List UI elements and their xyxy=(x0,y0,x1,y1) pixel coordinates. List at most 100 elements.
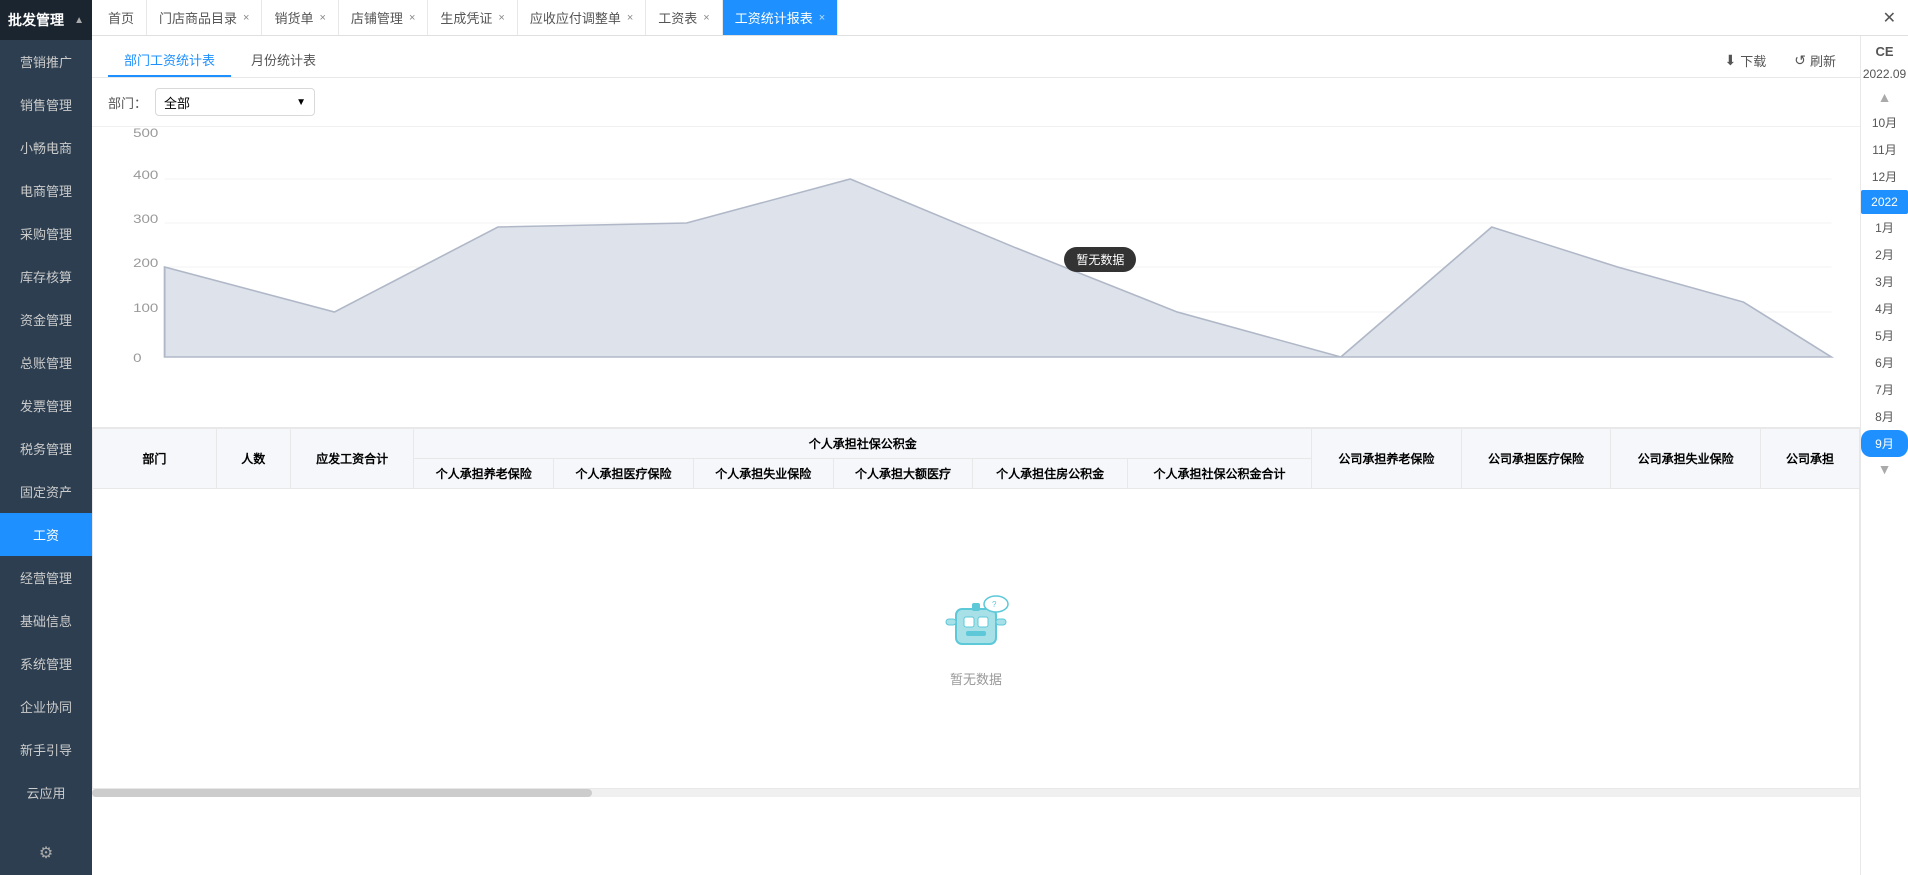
tab-sales-order[interactable]: 销货单 × xyxy=(262,0,338,36)
refresh-button[interactable]: ↺ 刷新 xyxy=(1786,47,1844,74)
sidebar-item-tax[interactable]: 税务管理 xyxy=(0,427,92,470)
sidebar-item-purchase[interactable]: 采购管理 xyxy=(0,212,92,255)
sub-tab-month[interactable]: 月份统计表 xyxy=(235,44,332,77)
sidebar-item-guide[interactable]: 新手引导 xyxy=(0,728,92,771)
filter-label: 部门： xyxy=(108,93,147,112)
sidebar-title: 批发管理 xyxy=(8,10,64,30)
month-may[interactable]: 5月 xyxy=(1861,322,1908,349)
tab-bar: 首页 门店商品目录 × 销货单 × 店铺管理 × 生成凭证 × 应收应付调整单 … xyxy=(92,0,1908,36)
tab-shop-catalog[interactable]: 门店商品目录 × xyxy=(147,0,262,36)
current-year-month: 2022.09 xyxy=(1861,63,1908,85)
sidebar-item-marketing[interactable]: 营销推广 xyxy=(0,40,92,83)
no-data-cell: ? 暂无数据 xyxy=(93,489,1860,789)
month-dec[interactable]: 12月 xyxy=(1861,163,1908,190)
panel-down-arrow[interactable]: ▼ xyxy=(1874,457,1896,481)
th-group-personal: 个人承担社保公积金 xyxy=(414,429,1312,459)
month-nov[interactable]: 11月 xyxy=(1861,136,1908,163)
month-feb[interactable]: 2月 xyxy=(1861,241,1908,268)
sidebar-item-inventory[interactable]: 库存核算 xyxy=(0,255,92,298)
sub-tab-dept[interactable]: 部门工资统计表 xyxy=(108,44,231,77)
svg-text:500: 500 xyxy=(133,127,159,140)
main-area: 首页 门店商品目录 × 销货单 × 店铺管理 × 生成凭证 × 应收应付调整单 … xyxy=(92,0,1908,875)
tab-close-sales-order[interactable]: × xyxy=(319,12,325,24)
tab-receivable[interactable]: 应收应付调整单 × xyxy=(518,0,646,36)
th-dept: 部门 xyxy=(93,429,217,489)
tab-shop-mgmt[interactable]: 店铺管理 × xyxy=(339,0,428,36)
tab-bar-actions: ✕ xyxy=(1879,6,1904,30)
month-apr[interactable]: 4月 xyxy=(1861,295,1908,322)
download-icon: ⬇ xyxy=(1725,52,1737,69)
no-data-container: ? 暂无数据 xyxy=(93,549,1859,728)
svg-text:100: 100 xyxy=(133,301,159,314)
sub-tabs-right: ⬇ 下载 ↺ 刷新 xyxy=(1717,47,1845,74)
th-personal-medical: 个人承担医疗保险 xyxy=(554,459,694,489)
year-2022[interactable]: 2022 xyxy=(1861,190,1908,214)
sidebar-item-finance[interactable]: 资金管理 xyxy=(0,298,92,341)
settings-icon[interactable]: ⚙ xyxy=(0,831,92,875)
sub-tabs: 部门工资统计表 月份统计表 ⬇ 下载 ↺ 刷新 xyxy=(92,36,1860,78)
sidebar-item-operation[interactable]: 经营管理 xyxy=(0,556,92,599)
sidebar-item-salary[interactable]: 工资 xyxy=(0,513,92,556)
refresh-icon: ↺ xyxy=(1794,52,1806,69)
tab-close-voucher[interactable]: × xyxy=(498,12,504,24)
sub-tabs-left: 部门工资统计表 月份统计表 xyxy=(108,44,332,77)
sidebar-collapse-icon[interactable]: ▲ xyxy=(74,15,84,26)
no-data-icon: ? xyxy=(936,589,1016,669)
sidebar-item-system[interactable]: 系统管理 xyxy=(0,642,92,685)
svg-text:400: 400 xyxy=(133,168,159,181)
sidebar-item-assets[interactable]: 固定资产 xyxy=(0,470,92,513)
svg-text:200: 200 xyxy=(133,256,159,269)
chart-area: 0 100 200 300 400 500 xyxy=(92,127,1860,427)
sidebar-item-ecommerce[interactable]: 电商管理 xyxy=(0,169,92,212)
month-jan[interactable]: 1月 xyxy=(1861,214,1908,241)
sidebar-item-invoice[interactable]: 发票管理 xyxy=(0,384,92,427)
sidebar-item-ledger[interactable]: 总账管理 xyxy=(0,341,92,384)
tab-payroll-report[interactable]: 工资统计报表 × xyxy=(723,0,838,36)
tab-close-payroll-report[interactable]: × xyxy=(819,12,825,24)
tab-close-receivable[interactable]: × xyxy=(627,12,633,24)
svg-text:?: ? xyxy=(992,600,997,609)
dept-select[interactable]: 全部 ▼ xyxy=(155,88,315,116)
th-personal-unemployment: 个人承担失业保险 xyxy=(693,459,833,489)
sidebar-item-cloud[interactable]: 云应用 xyxy=(0,771,92,814)
month-sep[interactable]: 9月 xyxy=(1861,430,1908,457)
tab-voucher[interactable]: 生成凭证 × xyxy=(428,0,517,36)
tab-home[interactable]: 首页 xyxy=(96,0,147,36)
tab-close-payroll[interactable]: × xyxy=(703,12,709,24)
horizontal-scrollbar[interactable] xyxy=(92,789,1860,797)
th-total: 应发工资合计 xyxy=(290,429,414,489)
sidebar-item-enterprise[interactable]: 企业协同 xyxy=(0,685,92,728)
sidebar: 批发管理 ▲ 营销推广 销售管理 小畅电商 电商管理 采购管理 库存核算 资金管… xyxy=(0,0,92,875)
right-panel: CE 2022.09 ▲ 10月 11月 12月 2022 1月 2月 3月 xyxy=(1860,36,1908,875)
th-personal-total: 个人承担社保公积金合计 xyxy=(1127,459,1311,489)
month-oct[interactable]: 10月 xyxy=(1861,109,1908,136)
sidebar-item-ecommerce-small[interactable]: 小畅电商 xyxy=(0,126,92,169)
table-container[interactable]: 部门 人数 应发工资合计 个人承担社保公积金 xyxy=(92,427,1860,789)
download-button[interactable]: ⬇ 下载 xyxy=(1717,47,1775,74)
inner-page: 部门工资统计表 月份统计表 ⬇ 下载 ↺ 刷新 xyxy=(92,36,1860,875)
th-company-unemployment: 公司承担失业保险 xyxy=(1611,429,1761,489)
page-content: 部门工资统计表 月份统计表 ⬇ 下载 ↺ 刷新 xyxy=(92,36,1908,875)
month-jul[interactable]: 7月 xyxy=(1861,376,1908,403)
month-jun[interactable]: 6月 xyxy=(1861,349,1908,376)
tab-payroll[interactable]: 工资表 × xyxy=(646,0,722,36)
th-company-pension: 公司承担养老保险 xyxy=(1312,429,1462,489)
svg-text:300: 300 xyxy=(133,212,159,225)
month-aug[interactable]: 8月 xyxy=(1861,403,1908,430)
tab-close-shop-mgmt[interactable]: × xyxy=(409,12,415,24)
th-personal-pension: 个人承担养老保险 xyxy=(414,459,554,489)
th-count: 人数 xyxy=(216,429,290,489)
tab-close-shop-catalog[interactable]: × xyxy=(243,12,249,24)
month-mar[interactable]: 3月 xyxy=(1861,268,1908,295)
tab-close-all-button[interactable]: ✕ xyxy=(1879,6,1900,30)
th-personal-housing: 个人承担住房公积金 xyxy=(973,459,1128,489)
chevron-down-icon: ▼ xyxy=(296,97,306,108)
sidebar-header[interactable]: 批发管理 ▲ xyxy=(0,0,92,40)
th-personal-bigmedical: 个人承担大额医疗 xyxy=(833,459,973,489)
panel-up-arrow[interactable]: ▲ xyxy=(1874,85,1896,109)
no-data-text: 暂无数据 xyxy=(950,669,1002,688)
sidebar-item-info[interactable]: 基础信息 xyxy=(0,599,92,642)
salary-table: 部门 人数 应发工资合计 个人承担社保公积金 xyxy=(92,428,1860,789)
sidebar-item-sales[interactable]: 销售管理 xyxy=(0,83,92,126)
scrollbar-thumb[interactable] xyxy=(92,789,592,797)
